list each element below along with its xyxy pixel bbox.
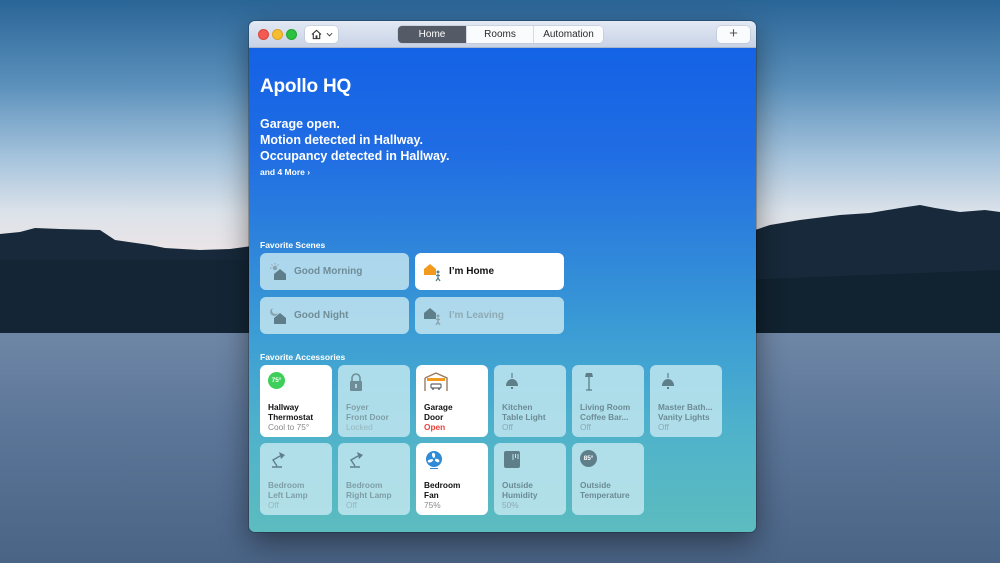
house-arrive-icon	[423, 262, 443, 282]
accessory-state: Off	[658, 422, 669, 432]
home-content: Apollo HQ Garage open. Motion detected i…	[249, 48, 756, 532]
accessory-state: Open	[424, 422, 446, 432]
status-line: Occupancy detected in Hallway.	[260, 149, 450, 163]
accessory-name: Front Door	[346, 412, 389, 422]
accessory-name: Door	[424, 412, 444, 422]
scene-good-morning[interactable]: Good Morning	[260, 253, 409, 290]
scene-label: I’m Leaving	[449, 310, 505, 321]
scene-label: Good Night	[294, 310, 349, 321]
accessory-kitchen-table-light[interactable]: Kitchen Table Light Off	[494, 365, 566, 437]
chevron-down-icon	[326, 32, 332, 37]
accessory-name: Humidity	[502, 490, 538, 500]
accessory-name: Bedroom	[346, 480, 383, 490]
accessory-name: Outside	[580, 480, 611, 490]
accessory-master-bath-vanity-lights[interactable]: Master Bath... Vanity Lights Off	[650, 365, 722, 437]
accessory-name: Thermostat	[268, 412, 314, 422]
accessory-name: Fan	[424, 490, 439, 500]
close-button[interactable]	[258, 29, 269, 40]
accessory-name: Hallway	[268, 402, 299, 412]
tab-automation[interactable]: Automation	[533, 26, 603, 43]
thermostat-badge: 75°	[268, 372, 285, 389]
accessory-name: Bedroom	[424, 480, 461, 490]
accessory-name: Garage	[424, 402, 453, 412]
accessory-living-room-coffee-bar[interactable]: Living Room Coffee Bar... Off	[572, 365, 644, 437]
more-status-link[interactable]: and 4 More ›	[260, 167, 310, 177]
pendant-light-icon	[658, 372, 678, 392]
accessory-name: Master Bath...	[658, 402, 713, 412]
pendant-light-icon	[502, 372, 522, 392]
accessory-state: 75%	[424, 500, 441, 510]
home-switcher-button[interactable]	[305, 26, 338, 43]
accessory-hallway-thermostat[interactable]: 75° Hallway Thermostat Cool to 75°	[260, 365, 332, 437]
status-line: Garage open.	[260, 117, 340, 131]
favorite-scenes-heading: Favorite Scenes	[260, 240, 326, 250]
floor-lamp-icon	[580, 372, 600, 392]
moon-house-icon	[268, 306, 288, 326]
temperature-badge: 85°	[580, 450, 597, 467]
accessory-garage-door[interactable]: Garage Door Open	[416, 365, 488, 437]
scene-im-home[interactable]: I’m Home	[415, 253, 564, 290]
desk-lamp-icon	[346, 450, 366, 470]
accessory-name: Temperature	[580, 490, 630, 500]
accessory-state: Off	[580, 422, 591, 432]
accessory-state: Off	[346, 500, 357, 510]
accessory-outside-humidity[interactable]: Outside Humidity 50%	[494, 443, 566, 515]
accessory-foyer-front-door[interactable]: Foyer Front Door Locked	[338, 365, 410, 437]
desk-lamp-icon	[268, 450, 288, 470]
tab-home[interactable]: Home	[398, 26, 466, 43]
temperature-sensor-icon: 85°	[580, 450, 600, 470]
accessory-bedroom-right-lamp[interactable]: Bedroom Right Lamp Off	[338, 443, 410, 515]
accessory-state: Off	[268, 500, 279, 510]
fan-icon	[424, 450, 444, 470]
tab-rooms[interactable]: Rooms	[466, 26, 533, 43]
humidity-sensor-icon	[502, 450, 522, 470]
accessory-name: Right Lamp	[346, 490, 392, 500]
house-leave-icon	[423, 306, 443, 326]
accessory-name: Table Light	[502, 412, 546, 422]
minimize-button[interactable]	[272, 29, 283, 40]
garage-icon	[424, 372, 448, 392]
accessory-state: Locked	[346, 422, 373, 432]
zoom-button[interactable]	[286, 29, 297, 40]
accessory-name: Vanity Lights	[658, 412, 710, 422]
accessory-name: Bedroom	[268, 480, 305, 490]
accessory-bedroom-fan[interactable]: Bedroom Fan 75%	[416, 443, 488, 515]
home-title: Apollo HQ	[260, 76, 352, 97]
accessory-outside-temperature[interactable]: 85° Outside Temperature	[572, 443, 644, 515]
accessory-name: Left Lamp	[268, 490, 308, 500]
house-icon	[311, 29, 321, 40]
accessory-name: Foyer	[346, 402, 369, 412]
accessory-name: Living Room	[580, 402, 631, 412]
accessory-bedroom-left-lamp[interactable]: Bedroom Left Lamp Off	[260, 443, 332, 515]
accessory-name: Outside	[502, 480, 533, 490]
accessory-state: Off	[502, 422, 513, 432]
scene-label: Good Morning	[294, 266, 363, 277]
add-button[interactable]: +	[717, 26, 750, 43]
scene-good-night[interactable]: Good Night	[260, 297, 409, 334]
scene-label: I’m Home	[449, 266, 495, 277]
status-line: Motion detected in Hallway.	[260, 133, 423, 147]
accessory-name: Kitchen	[502, 402, 533, 412]
sun-house-icon	[268, 262, 288, 282]
accessory-state: 50%	[502, 500, 519, 510]
accessory-name: Coffee Bar...	[580, 412, 629, 422]
scene-im-leaving[interactable]: I’m Leaving	[415, 297, 564, 334]
thermostat-icon: 75°	[268, 372, 288, 392]
view-tabs: Home Rooms Automation	[398, 26, 603, 43]
title-bar: Home Rooms Automation +	[249, 21, 756, 48]
favorite-accessories-heading: Favorite Accessories	[260, 352, 346, 362]
home-app-window: Home Rooms Automation + Apollo HQ Garage…	[249, 21, 756, 532]
lock-icon	[346, 372, 366, 392]
home-status: Garage open. Motion detected in Hallway.…	[260, 116, 449, 164]
accessory-state: Cool to 75°	[268, 422, 310, 432]
